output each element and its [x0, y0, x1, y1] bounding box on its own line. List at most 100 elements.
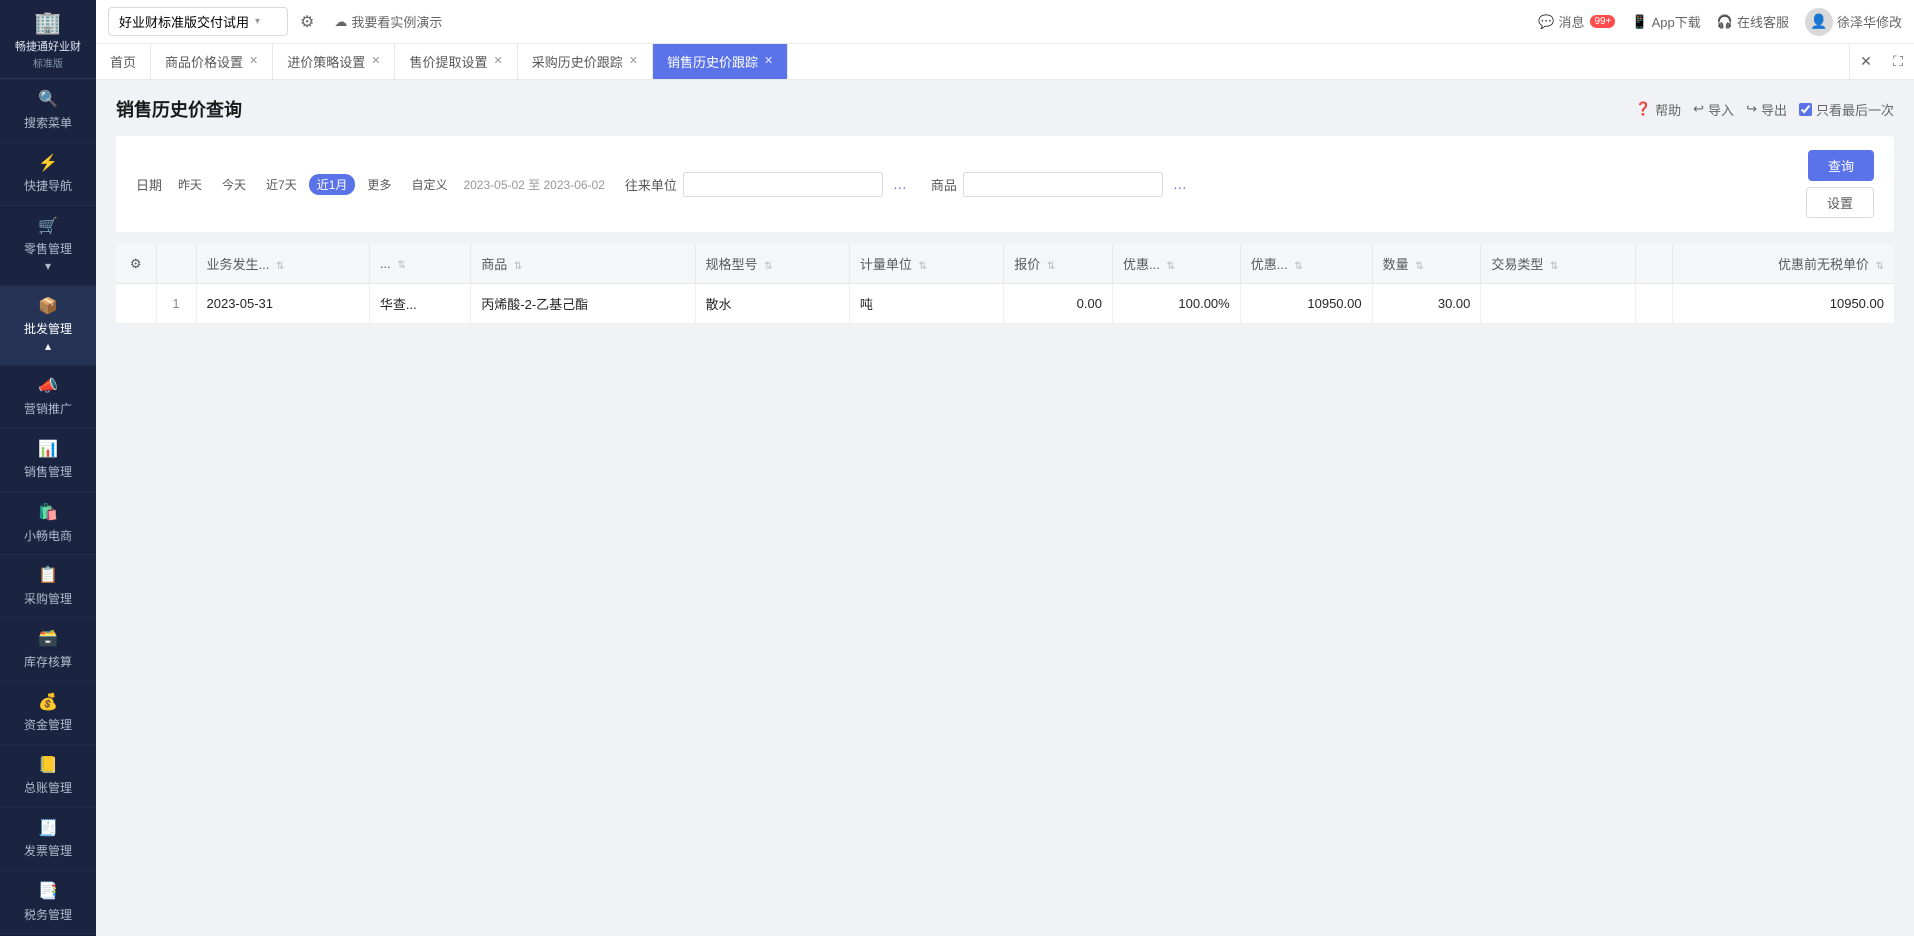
sidebar-item-sales-mgmt[interactable]: 📊 销售管理 [0, 429, 96, 492]
sidebar-item-label-search-menu: 搜索菜单 [24, 115, 72, 132]
headset-icon: 🎧 [1717, 14, 1733, 30]
date-btn-yesterday[interactable]: 昨天 [170, 174, 210, 195]
sidebar-item-label-sales: 销售管理 [24, 464, 72, 481]
sidebar-item-label-quick-nav: 快捷导航 [24, 178, 72, 195]
th-gear[interactable]: ⚙ [116, 244, 156, 284]
th-biz-date[interactable]: 业务发生... ⇅ [196, 244, 369, 284]
page-content: 销售历史价查询 ❓ 帮助 ↩ 导入 ↪ 导出 只看最后一次 [96, 80, 1914, 936]
th-spec[interactable]: 规格型号 ⇅ [695, 244, 849, 284]
td-row-check [116, 284, 156, 324]
logo-icon: 🏢 [34, 10, 61, 36]
only-last-label: 只看最后一次 [1816, 100, 1894, 119]
product-dots-btn[interactable]: … [1169, 174, 1191, 194]
date-btn-today[interactable]: 今天 [214, 174, 254, 195]
app-logo: 🏢 畅捷通好业财 标准版 [0, 0, 96, 79]
search-menu-icon: 🔍 [38, 89, 58, 111]
date-range-display: 2023-05-02 至 2023-06-02 [463, 176, 604, 193]
product-input[interactable] [963, 172, 1163, 197]
user-info[interactable]: 👤 徐泽华修改 [1805, 8, 1902, 36]
tab-purchase-strategy-close-icon[interactable]: ✕ [371, 56, 380, 67]
only-last-checkbox-label[interactable]: 只看最后一次 [1799, 100, 1894, 119]
th-pre-tax-price[interactable]: 优惠前无税单价 ⇅ [1672, 244, 1894, 284]
biz-date-value: 2023-05-31 [207, 296, 274, 311]
user-avatar: 👤 [1805, 8, 1833, 36]
date-btn-custom[interactable]: 自定义 [403, 174, 455, 195]
date-btn-more[interactable]: 更多 [359, 174, 399, 195]
sidebar-item-label-marketing: 营销推广 [24, 401, 72, 418]
th-price[interactable]: 报价 ⇅ [1004, 244, 1113, 284]
td-quantity: 30.00 [1372, 284, 1481, 324]
sidebar-item-tax-mgmt[interactable]: 📑 税务管理 [0, 871, 96, 934]
sales-mgmt-icon: 📊 [38, 439, 58, 461]
app-download-action[interactable]: 📱 App下载 [1631, 12, 1700, 31]
tab-purchase-strategy[interactable]: 进价策略设置 ✕ [273, 44, 395, 80]
help-link[interactable]: ❓ 帮助 [1635, 100, 1681, 119]
demo-link[interactable]: ☁ 我要看实例演示 [334, 12, 442, 31]
customer-input[interactable] [683, 172, 883, 197]
tab-home[interactable]: 首页 [96, 44, 151, 80]
sidebar-item-label-invoice: 发票管理 [24, 843, 72, 860]
messages-action[interactable]: 💬 消息 99+ [1538, 12, 1615, 31]
filter-area: 日期 昨天 今天 近7天 近1月 更多 自定义 2023-05-02 至 202… [116, 136, 1894, 232]
sidebar-item-search-menu[interactable]: 🔍 搜索菜单 [0, 79, 96, 142]
sidebar-item-xiaochang-ec[interactable]: 🛍️ 小畅电商 [0, 492, 96, 555]
export-link[interactable]: ↪ 导出 [1746, 100, 1787, 119]
import-label: 导入 [1708, 100, 1734, 119]
invoice-mgmt-icon: 🧾 [38, 818, 58, 840]
cloud-icon: ☁ [334, 14, 347, 30]
customer-dots-btn[interactable]: … [889, 174, 911, 194]
th-pre-tax-price-label: 优惠前无税单价 [1778, 257, 1869, 272]
user-name: 徐泽华修改 [1837, 12, 1902, 31]
product-settings-icon[interactable]: ⚙ [296, 8, 318, 36]
date-btn-last1month[interactable]: 近1月 [309, 174, 356, 195]
data-table: ⚙ 业务发生... ⇅ ... ⇅ 商品 ⇅ [116, 244, 1894, 324]
sidebar-item-label-wholesale: 批发管理 [24, 321, 72, 338]
page-header: 销售历史价查询 ❓ 帮助 ↩ 导入 ↪ 导出 只看最后一次 [116, 96, 1894, 122]
th-trans-type[interactable]: 交易类型 ⇅ [1481, 244, 1635, 284]
import-link[interactable]: ↩ 导入 [1693, 100, 1734, 119]
tab-expand-btn[interactable]: ⛶ [1882, 44, 1914, 80]
sidebar-item-quick-nav[interactable]: ⚡ 快捷导航 [0, 143, 96, 206]
filter-date-group: 日期 昨天 今天 近7天 近1月 更多 自定义 2023-05-02 至 202… [136, 174, 605, 195]
sidebar-item-general-ledger[interactable]: 📒 总账管理 [0, 745, 96, 808]
settings-button[interactable]: 设置 [1806, 187, 1874, 218]
tab-purchase-strategy-label: 进价策略设置 [287, 52, 365, 71]
tab-commodity-price[interactable]: 商品价格设置 ✕ [151, 44, 273, 80]
sidebar-item-wholesale-mgmt[interactable]: 📦 批发管理 ▴ [0, 286, 96, 366]
tab-sale-price-extract-close-icon[interactable]: ✕ [494, 56, 503, 67]
app-name: 畅捷通好业财 [15, 40, 81, 55]
tab-commodity-price-close-icon[interactable]: ✕ [249, 56, 258, 67]
sidebar-item-capital-mgmt[interactable]: 💰 资金管理 [0, 682, 96, 745]
tab-close-btn[interactable]: ✕ [1850, 44, 1882, 80]
th-product[interactable]: 商品 ⇅ [471, 244, 695, 284]
table-row[interactable]: 1 2023-05-31 华查... 丙烯酸-2-乙基己酯 散水 [116, 284, 1894, 324]
online-service-action[interactable]: 🎧 在线客服 [1717, 12, 1789, 31]
product-select[interactable]: 好业财标准版交付试用 ▾ [108, 7, 288, 36]
product-filter-label: 商品 [931, 175, 957, 194]
sort-trans-type-icon: ⇅ [1550, 261, 1558, 272]
sidebar-item-marketing[interactable]: 📣 营销推广 [0, 366, 96, 429]
query-button[interactable]: 查询 [1808, 150, 1874, 181]
date-filter-label: 日期 [136, 175, 162, 194]
th-discount2[interactable]: 优惠... ⇅ [1240, 244, 1372, 284]
th-quantity[interactable]: 数量 ⇅ [1372, 244, 1481, 284]
tab-sales-history[interactable]: 销售历史价跟踪 ✕ [653, 44, 788, 80]
th-unit[interactable]: 计量单位 ⇅ [849, 244, 1003, 284]
sort-discount1-icon: ⇅ [1166, 261, 1174, 272]
sidebar-item-invoice-mgmt[interactable]: 🧾 发票管理 [0, 808, 96, 871]
th-discount1[interactable]: 优惠... ⇅ [1112, 244, 1240, 284]
sidebar-item-label-capital: 资金管理 [24, 717, 72, 734]
sidebar-item-retail-mgmt[interactable]: 🛒 零售管理 ▾ [0, 206, 96, 286]
sidebar-item-inventory-mgmt[interactable]: 🗃️ 库存核算 [0, 618, 96, 681]
sidebar-item-label-retail: 零售管理 [24, 241, 72, 258]
sidebar-item-purchase-mgmt[interactable]: 📋 采购管理 [0, 555, 96, 618]
online-service-label: 在线客服 [1737, 12, 1789, 31]
tab-sales-history-close-icon[interactable]: ✕ [764, 56, 773, 67]
retail-mgmt-icon: 🛒 [38, 216, 58, 238]
date-btn-last7days[interactable]: 近7天 [258, 174, 305, 195]
only-last-checkbox[interactable] [1799, 103, 1812, 116]
th-more-cols[interactable]: ... ⇅ [369, 244, 470, 284]
tab-purchase-history-close-icon[interactable]: ✕ [629, 56, 638, 67]
tab-sale-price-extract[interactable]: 售价提取设置 ✕ [395, 44, 517, 80]
tab-purchase-history[interactable]: 采购历史价跟踪 ✕ [518, 44, 653, 80]
